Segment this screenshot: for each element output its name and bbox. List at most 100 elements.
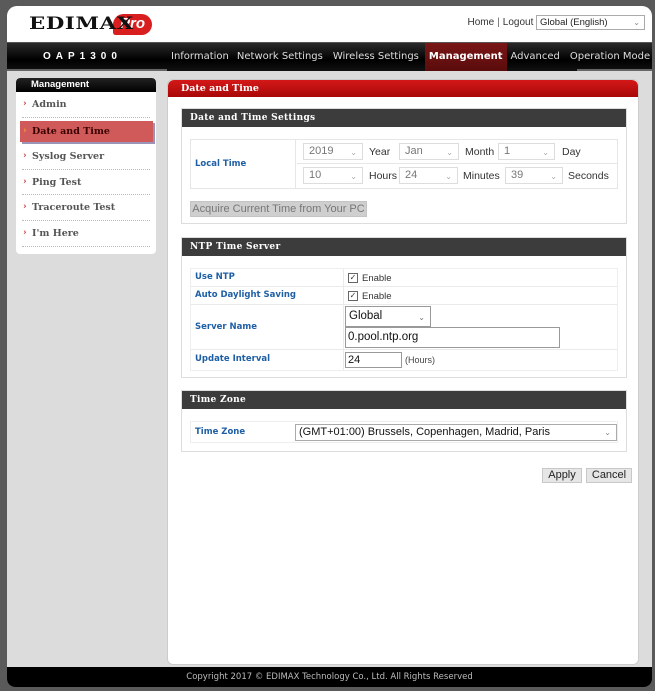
server-name-input[interactable]: 0.pool.ntp.org [345,327,560,348]
time-zone-value: (GMT+01:00) Brussels, Copenhagen, Madrid… [299,426,550,438]
sidebar-item-date-and-time[interactable]: › Date and Time [20,120,153,142]
chevron-down-icon: ⌄ [446,148,453,157]
chevron-right-icon: › [23,150,27,161]
cancel-button[interactable]: Cancel [586,468,632,483]
chevron-down-icon: ⌄ [445,172,452,181]
hours-value: 10 [309,169,322,181]
use-ntp-row: Use NTP ✓ Enable [191,269,617,287]
server-region-select[interactable]: Global ⌄ [345,306,431,327]
use-ntp-label: Use NTP [195,272,235,282]
year-value: 2019 [309,145,334,157]
chevron-down-icon: ⌄ [604,428,611,437]
minutes-value: 24 [405,169,418,181]
sidebar-item-label: I'm Here [32,228,79,240]
update-interval-unit: (Hours) [405,355,436,365]
auto-dst-option: Enable [362,291,392,302]
local-time-label: Local Time [195,159,247,169]
date-time-settings-section: Date and Time Settings Local Time 2019 ⌄… [181,108,627,224]
home-link[interactable]: Home [468,17,495,28]
seconds-select[interactable]: 39 ⌄ [505,167,563,184]
language-select[interactable]: Global (English) ⌄ [536,15,645,30]
day-unit: Day [562,146,581,158]
acquire-time-button[interactable]: Acquire Current Time from Your PC [190,201,367,217]
chevron-right-icon: › [23,125,27,136]
language-select-value: Global (English) [540,17,608,28]
local-time-table: Local Time 2019 ⌄ Year Jan ⌄ Month 1 ⌄ D… [190,139,618,189]
apply-button[interactable]: Apply [542,468,582,483]
auto-dst-value-cell: ✓ Enable [343,287,617,304]
ntp-table: Use NTP ✓ Enable Auto Daylight Saving ✓ … [190,268,618,371]
browser-window: EDIMAX Pro Home|Logout| Global (English)… [7,6,652,687]
hours-select[interactable]: 10 ⌄ [303,167,363,184]
nav-operation-mode[interactable]: Operation Mode [564,43,652,71]
day-value: 1 [504,145,511,157]
nav-menu: Information Network Settings Wireless Se… [167,43,652,71]
server-name-label: Server Name [195,322,258,332]
date-row: 2019 ⌄ Year Jan ⌄ Month 1 ⌄ Day [297,140,617,164]
ntp-section: NTP Time Server Use NTP ✓ Enable Auto Da… [181,237,627,378]
nav-information[interactable]: Information [167,43,233,71]
nav-divider [7,69,167,71]
nav-management[interactable]: Management [424,43,507,71]
sidebar-item-label: Admin [32,99,67,110]
section-heading: NTP Time Server [182,238,626,256]
server-name-row: Server Name Global ⌄ 0.pool.ntp.org [191,305,617,350]
update-interval-label: Update Interval [195,354,271,364]
device-model: OAP1300 [43,51,122,62]
nav-wireless-settings[interactable]: Wireless Settings [327,43,425,71]
sidebar-item-ping-test[interactable]: › Ping Test [22,170,150,196]
chevron-down-icon: ⌄ [418,313,425,322]
content-panel: Date and Time Date and Time Settings Loc… [167,79,639,665]
auto-dst-label: Auto Daylight Saving [195,290,296,300]
logout-link[interactable]: Logout [503,17,534,28]
chevron-down-icon: ⌄ [633,18,640,27]
chevron-right-icon: › [23,202,27,213]
day-select[interactable]: 1 ⌄ [498,143,555,160]
chevron-right-icon: › [23,228,27,239]
update-interval-value-cell: 24 (Hours) [343,350,617,370]
nav-network-settings[interactable]: Network Settings [233,43,327,71]
sidebar-item-im-here[interactable]: › I'm Here [22,221,150,247]
sidebar-title: Management [16,78,156,92]
main-navbar: OAP1300 Information Network Settings Wir… [7,42,652,71]
chevron-down-icon: ⌄ [550,172,557,181]
update-interval-row: Update Interval 24 (Hours) [191,350,617,370]
sidebar-item-label: Syslog Server [32,150,105,162]
time-zone-label: Time Zone [195,427,246,437]
section-heading: Date and Time Settings [182,109,626,127]
logo-brand: EDIMAX [29,14,134,34]
nav-divider [577,69,652,71]
time-zone-section: Time Zone Time Zone (GMT+01:00) Brussels… [181,390,627,452]
server-name-value-cell: Global ⌄ 0.pool.ntp.org [343,305,617,349]
chevron-right-icon: › [23,176,27,187]
auto-dst-checkbox[interactable]: ✓ [348,291,358,301]
minutes-select[interactable]: 24 ⌄ [399,167,458,184]
month-select[interactable]: Jan ⌄ [399,143,459,160]
seconds-unit: Seconds [568,170,609,182]
link-separator: | [497,17,500,28]
sidebar-item-syslog-server[interactable]: › Syslog Server [22,144,150,170]
auto-dst-row: Auto Daylight Saving ✓ Enable [191,287,617,305]
minutes-unit: Minutes [463,170,500,182]
year-select[interactable]: 2019 ⌄ [303,143,363,160]
server-region-value: Global [349,310,383,322]
sidebar-item-admin[interactable]: › Admin [22,92,150,118]
chevron-down-icon: ⌄ [350,172,357,181]
page-title: Date and Time [168,80,638,97]
sidebar-item-traceroute-test[interactable]: › Traceroute Test [22,195,150,222]
time-row: 10 ⌄ Hours 24 ⌄ Minutes 39 ⌄ Seconds [297,164,617,188]
time-zone-select[interactable]: (GMT+01:00) Brussels, Copenhagen, Madrid… [295,424,617,441]
time-zone-table: Time Zone (GMT+01:00) Brussels, Copenhag… [190,421,618,443]
year-unit: Year [369,146,391,158]
nav-advanced[interactable]: Advanced [507,43,564,71]
use-ntp-checkbox[interactable]: ✓ [348,273,358,283]
month-unit: Month [465,146,495,158]
month-value: Jan [405,145,423,157]
use-ntp-option: Enable [362,273,392,284]
edimax-pro-logo: EDIMAX Pro [29,12,153,36]
local-time-label-cell: Local Time [191,140,296,188]
footer: Copyright 2017 © EDIMAX Technology Co., … [7,667,652,687]
update-interval-input[interactable]: 24 [345,352,402,368]
sidebar-item-label: Traceroute Test [32,202,116,214]
header: EDIMAX Pro Home|Logout| Global (English)… [7,6,652,42]
